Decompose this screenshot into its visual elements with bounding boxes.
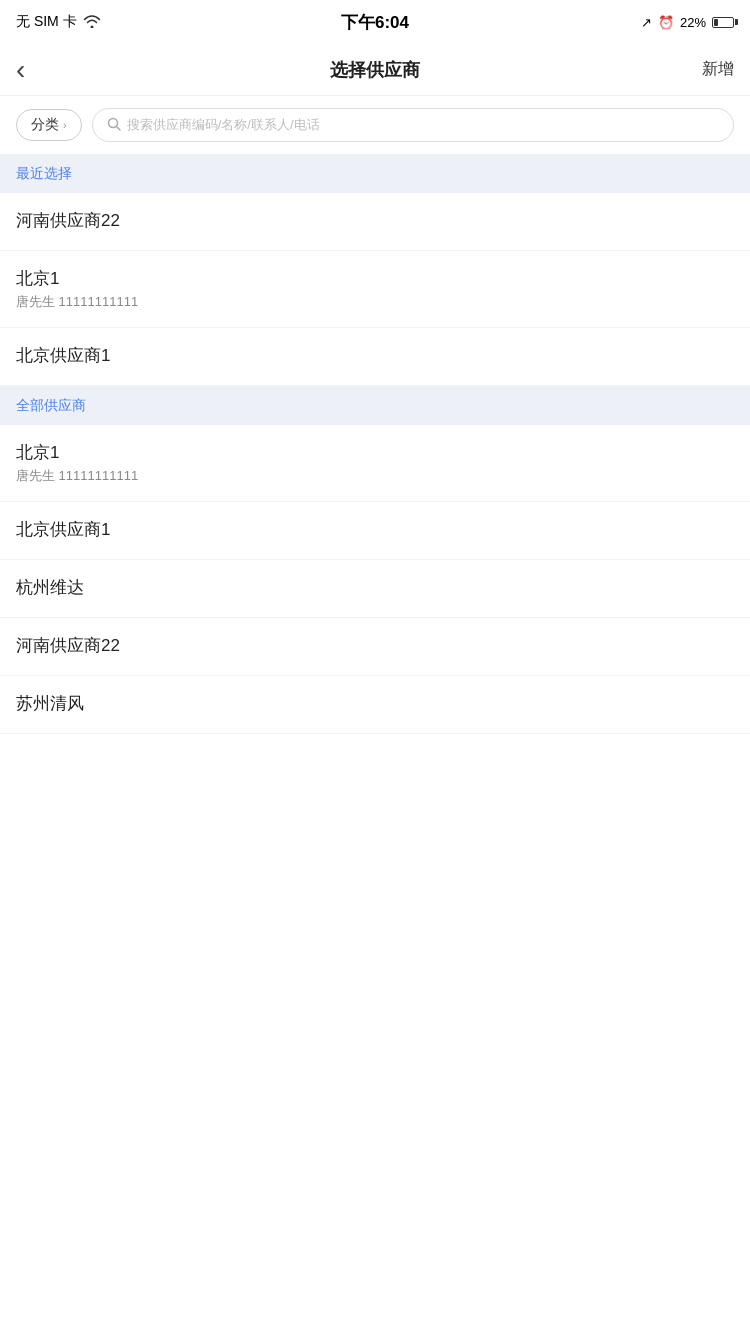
search-placeholder: 搜索供应商编码/名称/联系人/电话 — [127, 116, 320, 134]
alarm-icon: ⏰ — [658, 15, 674, 30]
all-section-header: 全部供应商 — [0, 386, 750, 425]
item-sub: 唐先生 11111111111 — [16, 467, 734, 485]
status-left: 无 SIM 卡 — [16, 13, 101, 31]
chevron-right-icon: › — [63, 119, 67, 131]
list-item[interactable]: 河南供应商22 — [0, 193, 750, 251]
list-item[interactable]: 北京1 唐先生 11111111111 — [0, 425, 750, 502]
location-icon: ↗ — [641, 15, 652, 30]
battery-percent: 22% — [680, 15, 706, 30]
filter-bar: 分类 › 搜索供应商编码/名称/联系人/电话 — [0, 96, 750, 154]
item-name: 北京1 — [16, 267, 734, 290]
back-button[interactable]: ‹ — [16, 54, 56, 86]
add-button[interactable]: 新增 — [702, 59, 734, 80]
category-button[interactable]: 分类 › — [16, 109, 82, 141]
recent-section-title: 最近选择 — [16, 165, 72, 181]
recent-list: 河南供应商22 北京1 唐先生 11111111111 北京供应商1 — [0, 193, 750, 386]
list-item[interactable]: 河南供应商22 — [0, 618, 750, 676]
list-item[interactable]: 苏州清风 — [0, 676, 750, 734]
status-right: ↗ ⏰ 22% — [641, 15, 734, 30]
item-name: 河南供应商22 — [16, 634, 734, 657]
list-item[interactable]: 北京1 唐先生 11111111111 — [0, 251, 750, 328]
list-item[interactable]: 杭州维达 — [0, 560, 750, 618]
item-name: 北京供应商1 — [16, 518, 734, 541]
item-name: 北京1 — [16, 441, 734, 464]
all-list: 北京1 唐先生 11111111111 北京供应商1 杭州维达河南供应商22 苏州清风 — [0, 425, 750, 734]
all-section-title: 全部供应商 — [16, 397, 86, 413]
item-name: 北京供应商1 — [16, 344, 734, 367]
search-box[interactable]: 搜索供应商编码/名称/联系人/电话 — [92, 108, 734, 142]
item-name: 河南供应商22 — [16, 209, 734, 232]
search-icon — [107, 117, 121, 134]
status-time: 下午6:04 — [341, 11, 409, 34]
svg-line-1 — [116, 126, 120, 130]
status-bar: 无 SIM 卡 下午6:04 ↗ ⏰ 22% — [0, 0, 750, 44]
wifi-icon — [83, 14, 101, 31]
recent-section-header: 最近选择 — [0, 154, 750, 193]
list-item[interactable]: 北京供应商1 — [0, 502, 750, 560]
category-label: 分类 — [31, 116, 59, 134]
battery-icon — [712, 17, 734, 28]
item-sub: 唐先生 11111111111 — [16, 293, 734, 311]
item-name: 杭州维达 — [16, 576, 734, 599]
carrier-text: 无 SIM 卡 — [16, 13, 77, 31]
nav-bar: ‹ 选择供应商 新增 — [0, 44, 750, 96]
page-title: 选择供应商 — [330, 58, 420, 82]
item-name: 苏州清风 — [16, 692, 734, 715]
list-item[interactable]: 北京供应商1 — [0, 328, 750, 386]
